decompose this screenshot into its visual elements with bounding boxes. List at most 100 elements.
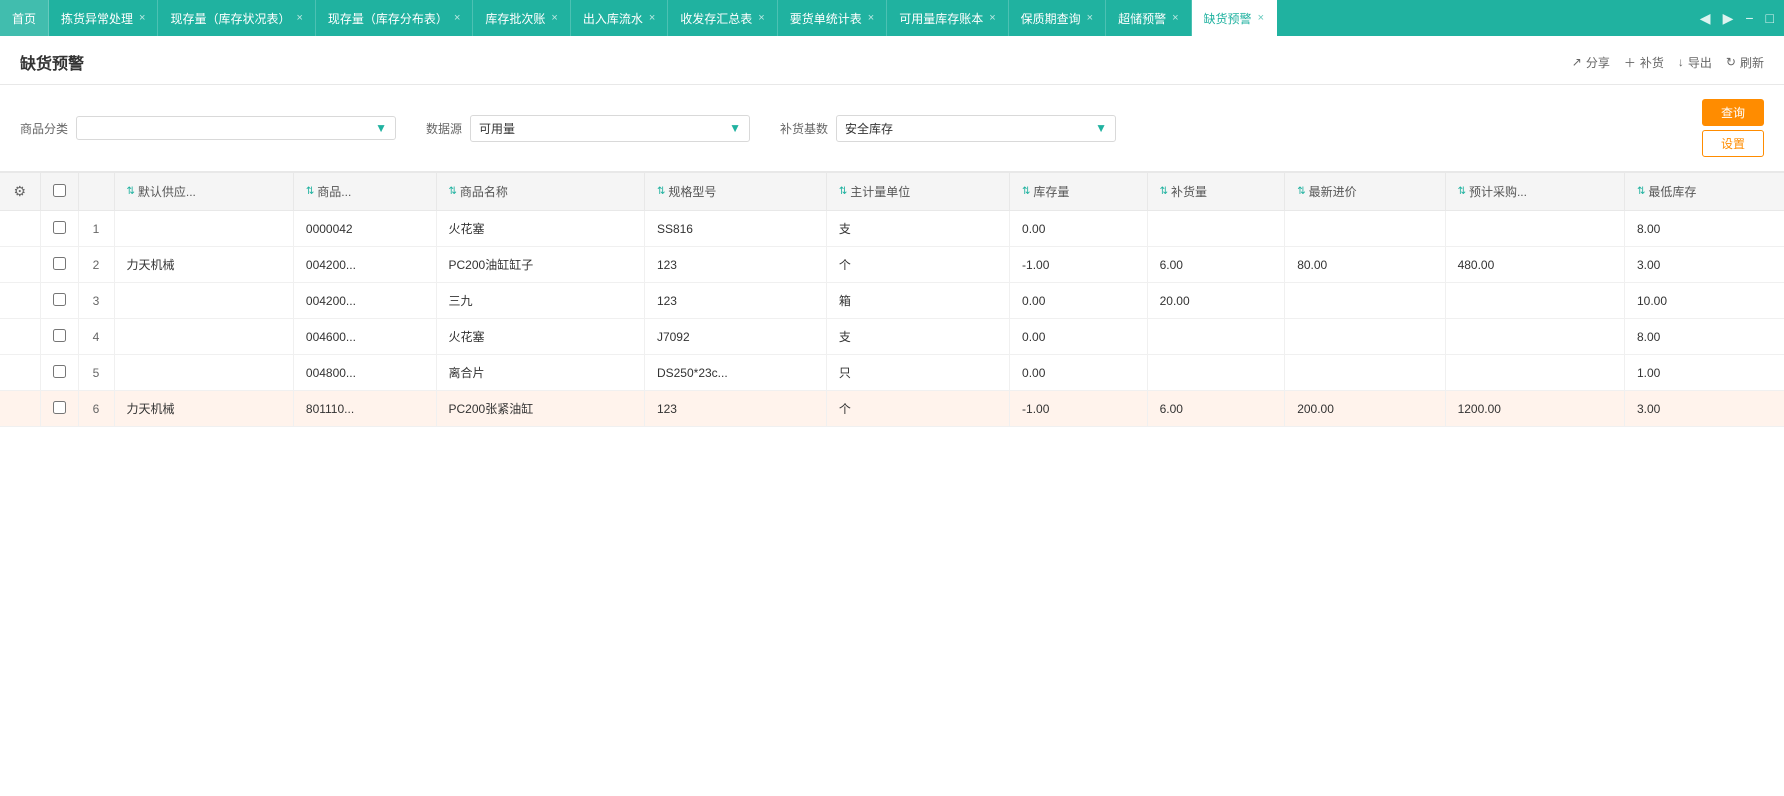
header-actions: ↗ 分享 ＋ 补货 ↓ 导出 ↻ 刷新 [1572, 54, 1764, 71]
row-default-supplier [114, 283, 293, 319]
replenish-icon: ＋ [1624, 54, 1636, 71]
table-row: 6 力天机械 801110... PC200张紧油缸 123 个 -1.00 6… [0, 391, 1784, 427]
tab-scroll-right[interactable]: ▶ [1717, 10, 1740, 27]
tab-close-available-ledger[interactable]: × [989, 12, 995, 24]
th-default-supplier[interactable]: ⇅ 默认供应... [114, 173, 293, 211]
tab-maximize[interactable]: □ [1760, 10, 1780, 26]
th-replenish-qty-sort-icon: ⇅ [1160, 186, 1168, 197]
tab-close-stock-status[interactable]: × [296, 12, 302, 24]
tab-stock-status[interactable]: 现存量（库存状况表） × [158, 0, 315, 36]
tab-close-collect-summary[interactable]: × [758, 12, 764, 24]
filter-area: 商品分类 ▼ 数据源 可用量 ▼ 补货基数 安全库存 ▼ 查询 设置 [0, 85, 1784, 172]
tab-close-order-stats[interactable]: × [868, 12, 874, 24]
row-spec: J7092 [644, 319, 826, 355]
row-checkbox-cell[interactable] [40, 283, 78, 319]
table-row: 5 004800... 离合片 DS250*23c... 只 0.00 1.00 [0, 355, 1784, 391]
filter-category-select[interactable]: ▼ [76, 116, 396, 140]
tab-inout-flow[interactable]: 出入库流水 × [571, 0, 668, 36]
tab-batch[interactable]: 库存批次账 × [473, 0, 570, 36]
tab-stock-dist[interactable]: 现存量（库存分布表） × [316, 0, 473, 36]
row-num-cell: 5 [78, 355, 114, 391]
row-unit: 支 [826, 319, 1009, 355]
tab-overstock[interactable]: 超储预警 × [1106, 0, 1191, 36]
row-replenish-qty: 6.00 [1147, 247, 1285, 283]
row-min-stock: 8.00 [1624, 319, 1784, 355]
tab-close-expiry[interactable]: × [1087, 12, 1093, 24]
row-checkbox-1[interactable] [53, 221, 66, 234]
row-stock: -1.00 [1010, 391, 1148, 427]
th-replenish-qty[interactable]: ⇅ 补货量 [1147, 173, 1285, 211]
tab-exception[interactable]: 拣货异常处理 × [49, 0, 158, 36]
th-latest-price[interactable]: ⇅ 最新进价 [1285, 173, 1445, 211]
th-min-stock[interactable]: ⇅ 最低库存 [1624, 173, 1784, 211]
row-checkbox-cell[interactable] [40, 247, 78, 283]
tab-order-stats[interactable]: 要货单统计表 × [778, 0, 887, 36]
filter-datasource-label: 数据源 [426, 120, 462, 137]
tab-close-inout-flow[interactable]: × [649, 12, 655, 24]
row-gear-cell [0, 355, 40, 391]
th-gear[interactable]: ⚙ [0, 173, 40, 211]
row-estimated-purchase: 1200.00 [1445, 391, 1624, 427]
tab-close-overstock[interactable]: × [1172, 12, 1178, 24]
tab-minimize[interactable]: − [1739, 10, 1759, 26]
query-button[interactable]: 查询 [1702, 99, 1764, 126]
th-checkbox[interactable] [40, 173, 78, 211]
row-checkbox-6[interactable] [53, 401, 66, 414]
row-product-name: PC200张紧油缸 [436, 391, 644, 427]
row-checkbox-3[interactable] [53, 293, 66, 306]
row-product-name: 火花塞 [436, 319, 644, 355]
th-product-name[interactable]: ⇅ 商品名称 [436, 173, 644, 211]
row-stock: 0.00 [1010, 283, 1148, 319]
replenish-button[interactable]: ＋ 补货 [1624, 54, 1664, 71]
th-product-code[interactable]: ⇅ 商品... [293, 173, 436, 211]
row-spec: SS816 [644, 211, 826, 247]
filter-replenish-base-select[interactable]: 安全库存 ▼ [836, 115, 1116, 142]
settings-button[interactable]: 设置 [1702, 130, 1764, 157]
th-unit[interactable]: ⇅ 主计量单位 [826, 173, 1009, 211]
tab-expiry[interactable]: 保质期查询 × [1009, 0, 1106, 36]
tab-close-shortage[interactable]: × [1258, 12, 1264, 24]
row-product-name: 火花塞 [436, 211, 644, 247]
row-gear-cell [0, 211, 40, 247]
filter-datasource-select[interactable]: 可用量 ▼ [470, 115, 750, 142]
row-min-stock: 3.00 [1624, 247, 1784, 283]
row-checkbox-cell[interactable] [40, 355, 78, 391]
row-estimated-purchase [1445, 283, 1624, 319]
gear-icon[interactable]: ⚙ [13, 183, 26, 199]
th-default-supplier-sort-icon: ⇅ [127, 186, 135, 197]
row-checkbox-cell[interactable] [40, 319, 78, 355]
tab-scroll-left[interactable]: ◀ [1694, 10, 1717, 27]
row-product-code: 801110... [293, 391, 436, 427]
row-product-name: 离合片 [436, 355, 644, 391]
tab-shortage[interactable]: 缺货预警 × [1192, 0, 1277, 36]
tab-bar: 首页 拣货异常处理 × 现存量（库存状况表） × 现存量（库存分布表） × 库存… [0, 0, 1784, 36]
table-row: 1 0000042 火花塞 SS816 支 0.00 8.00 [0, 211, 1784, 247]
row-checkbox-cell[interactable] [40, 391, 78, 427]
th-unit-sort-icon: ⇅ [839, 186, 847, 197]
row-product-code: 004600... [293, 319, 436, 355]
row-default-supplier: 力天机械 [114, 391, 293, 427]
row-estimated-purchase [1445, 319, 1624, 355]
row-unit: 支 [826, 211, 1009, 247]
row-gear-cell [0, 283, 40, 319]
filter-datasource-arrow: ▼ [729, 121, 741, 135]
share-button[interactable]: ↗ 分享 [1572, 54, 1610, 71]
row-checkbox-cell[interactable] [40, 211, 78, 247]
row-checkbox-2[interactable] [53, 257, 66, 270]
row-num-cell: 4 [78, 319, 114, 355]
tab-close-exception[interactable]: × [139, 12, 145, 24]
tab-collect-summary[interactable]: 收发存汇总表 × [668, 0, 777, 36]
row-checkbox-4[interactable] [53, 329, 66, 342]
tab-home[interactable]: 首页 [0, 0, 49, 36]
export-button[interactable]: ↓ 导出 [1678, 54, 1712, 71]
select-all-checkbox[interactable] [53, 184, 66, 197]
filter-category-group: 商品分类 ▼ [20, 116, 396, 140]
th-spec[interactable]: ⇅ 规格型号 [644, 173, 826, 211]
th-stock[interactable]: ⇅ 库存量 [1010, 173, 1148, 211]
tab-close-batch[interactable]: × [551, 12, 557, 24]
refresh-button[interactable]: ↻ 刷新 [1726, 54, 1764, 71]
tab-close-stock-dist[interactable]: × [454, 12, 460, 24]
th-estimated-purchase[interactable]: ⇅ 预计采购... [1445, 173, 1624, 211]
tab-available-ledger[interactable]: 可用量库存账本 × [887, 0, 1008, 36]
row-checkbox-5[interactable] [53, 365, 66, 378]
